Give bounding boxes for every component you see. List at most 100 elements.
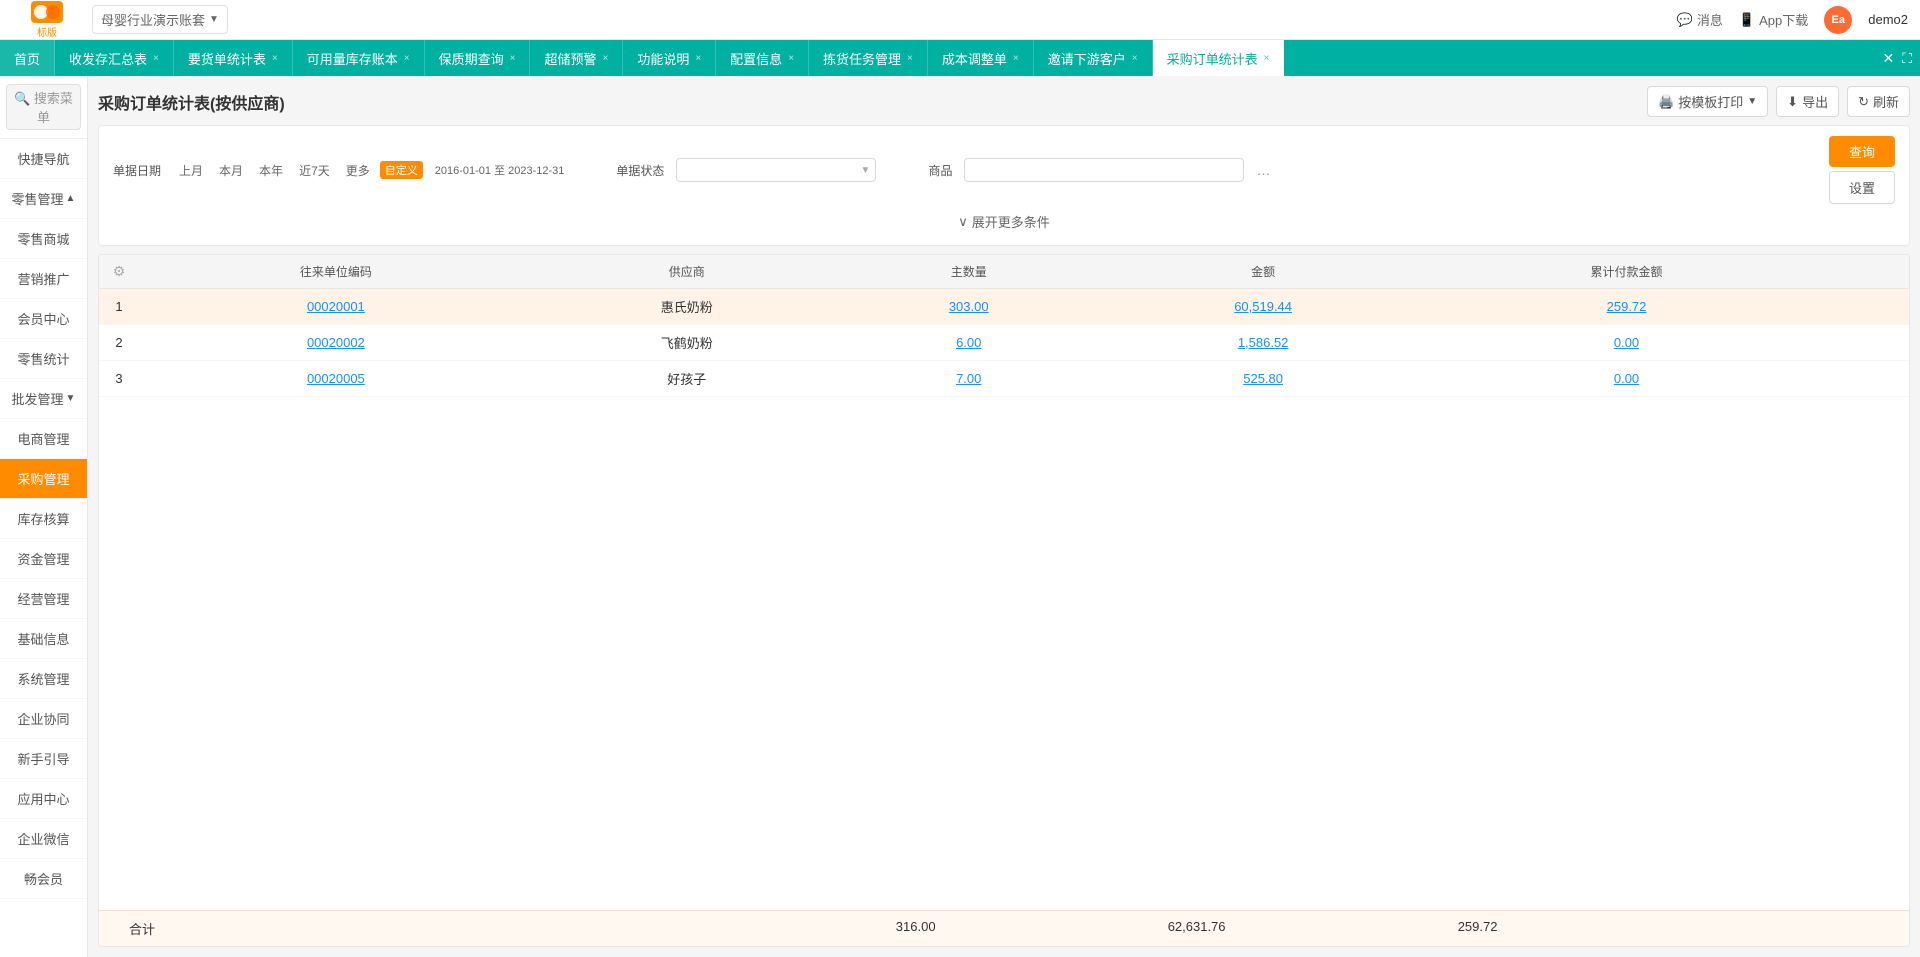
row-qty-3[interactable]: 7.00 — [841, 361, 1097, 397]
sidebar-item-retail-stat[interactable]: 零售统计 — [0, 339, 87, 379]
avatar[interactable]: Ea — [1824, 6, 1852, 34]
goods-input[interactable] — [964, 158, 1244, 182]
tab-home-label: 首页 — [14, 49, 40, 68]
sidebar-item-wholesale[interactable]: 批发管理 ▼ — [0, 379, 87, 419]
maximize-btn[interactable]: ⛶ — [1902, 50, 1912, 67]
tab-home[interactable]: 首页 — [0, 40, 55, 76]
tab-chaochu-close[interactable]: × — [602, 53, 608, 64]
sidebar-search-label: 搜索菜单 — [34, 91, 73, 125]
sidebar-item-ecommerce-label: 电商管理 — [17, 432, 69, 447]
row-code-2[interactable]: 00020002 — [139, 325, 533, 361]
sidebar-item-system[interactable]: 系统管理 — [0, 659, 87, 699]
export-btn[interactable]: ⬇ 导出 — [1776, 86, 1839, 117]
sidebar-item-operations[interactable]: 经营管理 — [0, 579, 87, 619]
row-paid-2[interactable]: 0.00 — [1430, 325, 1824, 361]
row-extra-2 — [1823, 325, 1909, 361]
workspace-selector[interactable]: 母婴行业演示账套 ▼ — [92, 5, 228, 34]
tab-chengben-label: 成本调整单 — [942, 49, 1007, 68]
status-select[interactable] — [676, 158, 876, 182]
footer-paid: 259.72 — [1337, 919, 1618, 938]
tab-jian-close[interactable]: × — [907, 53, 913, 64]
sidebar-item-basic[interactable]: 基础信息 — [0, 619, 87, 659]
tab-peizhi[interactable]: 配置信息 × — [716, 40, 809, 76]
date-this-month[interactable]: 本月 — [213, 160, 249, 181]
table-card: ⚙ 往来单位编码 供应商 主数量 金额 累计付款金额 1 — [98, 254, 1910, 947]
sidebar-search-box[interactable]: 🔍 搜索菜单 — [6, 84, 81, 130]
tab-keyongliang[interactable]: 可用量库存账本 × — [293, 40, 425, 76]
close-window-btn[interactable]: ✕ — [1882, 50, 1894, 67]
sidebar-item-wechat[interactable]: 企业微信 — [0, 819, 87, 859]
logo[interactable]: 标版 — [12, 1, 82, 39]
print-btn[interactable]: 🖨️ 按模板打印 ▼ — [1647, 86, 1768, 117]
print-icon: 🖨️ — [1658, 94, 1674, 110]
tab-yaoqing[interactable]: 邀请下游客户 × — [1034, 40, 1153, 76]
row-amount-3[interactable]: 525.80 — [1097, 361, 1430, 397]
date-more[interactable]: 更多 — [340, 160, 376, 181]
tab-caigou[interactable]: 采购订单统计表 × — [1153, 40, 1285, 76]
message-label: 消息 — [1697, 10, 1723, 29]
goods-more-icon[interactable]: … — [1256, 162, 1270, 178]
tab-keyongliang-close[interactable]: × — [404, 53, 410, 64]
message-btn[interactable]: 💬 消息 — [1677, 10, 1723, 29]
row-qty-2[interactable]: 6.00 — [841, 325, 1097, 361]
sidebar-item-appcenter[interactable]: 应用中心 — [0, 779, 87, 819]
sidebar-item-operations-label: 经营管理 — [17, 592, 69, 607]
row-paid-3[interactable]: 0.00 — [1430, 361, 1824, 397]
tab-peizhi-label: 配置信息 — [730, 49, 782, 68]
date-range[interactable]: 2016-01-01 至 2023-12-31 — [435, 162, 565, 178]
tab-baozhi-close[interactable]: × — [510, 53, 516, 64]
tab-chaochu[interactable]: 超储预警 × — [530, 40, 623, 76]
row-qty-1[interactable]: 303.00 — [841, 289, 1097, 325]
sidebar-item-newbie[interactable]: 新手引导 — [0, 739, 87, 779]
tab-jian[interactable]: 拣货任务管理 × — [809, 40, 928, 76]
sidebar-item-retail-mall-label: 零售商城 — [17, 232, 69, 247]
tab-peizhi-close[interactable]: × — [788, 53, 794, 64]
tab-gongneng-close[interactable]: × — [695, 53, 701, 64]
sidebar-item-stock[interactable]: 库存核算 — [0, 499, 87, 539]
tab-shoufacun[interactable]: 收发存汇总表 × — [55, 40, 174, 76]
sidebar-item-finance[interactable]: 资金管理 — [0, 539, 87, 579]
chevron-down-icon: ▼ — [209, 14, 219, 25]
row-code-3[interactable]: 00020005 — [139, 361, 533, 397]
sidebar-item-member[interactable]: 会员中心 — [0, 299, 87, 339]
tab-yaoqing-close[interactable]: × — [1132, 53, 1138, 64]
tab-chengben-close[interactable]: × — [1013, 53, 1019, 64]
date-7days[interactable]: 近7天 — [293, 160, 336, 181]
tab-gongneng[interactable]: 功能说明 × — [623, 40, 716, 76]
tab-baozhi[interactable]: 保质期查询 × — [425, 40, 531, 76]
sidebar-item-ecommerce[interactable]: 电商管理 — [0, 419, 87, 459]
sidebar-item-basic-label: 基础信息 — [17, 632, 69, 647]
settings-button[interactable]: 设置 — [1829, 171, 1895, 204]
tab-caigou-close[interactable]: × — [1264, 53, 1270, 64]
sidebar-item-retail-mgmt[interactable]: 零售管理 ▲ — [0, 179, 87, 219]
tab-yaohuo-close[interactable]: × — [272, 53, 278, 64]
row-amount-1[interactable]: 60,519.44 — [1097, 289, 1430, 325]
row-paid-1[interactable]: 259.72 — [1430, 289, 1824, 325]
table-settings-icon[interactable]: ⚙ — [113, 263, 126, 279]
tab-keyongliang-label: 可用量库存账本 — [307, 49, 398, 68]
query-button[interactable]: 查询 — [1829, 136, 1895, 167]
footer-amount: 62,631.76 — [1056, 919, 1337, 938]
row-code-1[interactable]: 00020001 — [139, 289, 533, 325]
sidebar-item-purchase[interactable]: 采购管理 — [0, 459, 87, 499]
sidebar-item-retail-mall[interactable]: 零售商城 — [0, 219, 87, 259]
row-supplier-3: 好孩子 — [533, 361, 841, 397]
user-name[interactable]: demo2 — [1868, 12, 1908, 27]
sidebar: 🔍 搜索菜单 快捷导航 零售管理 ▲ 零售商城 营销推广 会员中心 零售统计 批… — [0, 76, 88, 957]
app-download-btn[interactable]: 📱 App下载 — [1739, 10, 1808, 29]
tab-yaohuo[interactable]: 要货单统计表 × — [174, 40, 293, 76]
date-last-month[interactable]: 上月 — [173, 160, 209, 181]
sidebar-item-member2[interactable]: 畅会员 — [0, 859, 87, 899]
sidebar-item-marketing[interactable]: 营销推广 — [0, 259, 87, 299]
date-custom-tag[interactable]: 自定义 — [380, 161, 423, 179]
refresh-btn[interactable]: ↻ 刷新 — [1847, 86, 1910, 117]
date-this-year[interactable]: 本年 — [253, 160, 289, 181]
sidebar-item-enterprise[interactable]: 企业协同 — [0, 699, 87, 739]
row-amount-2[interactable]: 1,586.52 — [1097, 325, 1430, 361]
tab-shoufacun-close[interactable]: × — [153, 53, 159, 64]
tab-chengben[interactable]: 成本调整单 × — [928, 40, 1034, 76]
expand-more-btn[interactable]: ∨ 展开更多条件 — [113, 208, 1895, 235]
sidebar-item-quicknav[interactable]: 快捷导航 — [0, 139, 87, 179]
export-icon: ⬇ — [1787, 94, 1798, 110]
tab-yaoqing-label: 邀请下游客户 — [1048, 49, 1126, 68]
